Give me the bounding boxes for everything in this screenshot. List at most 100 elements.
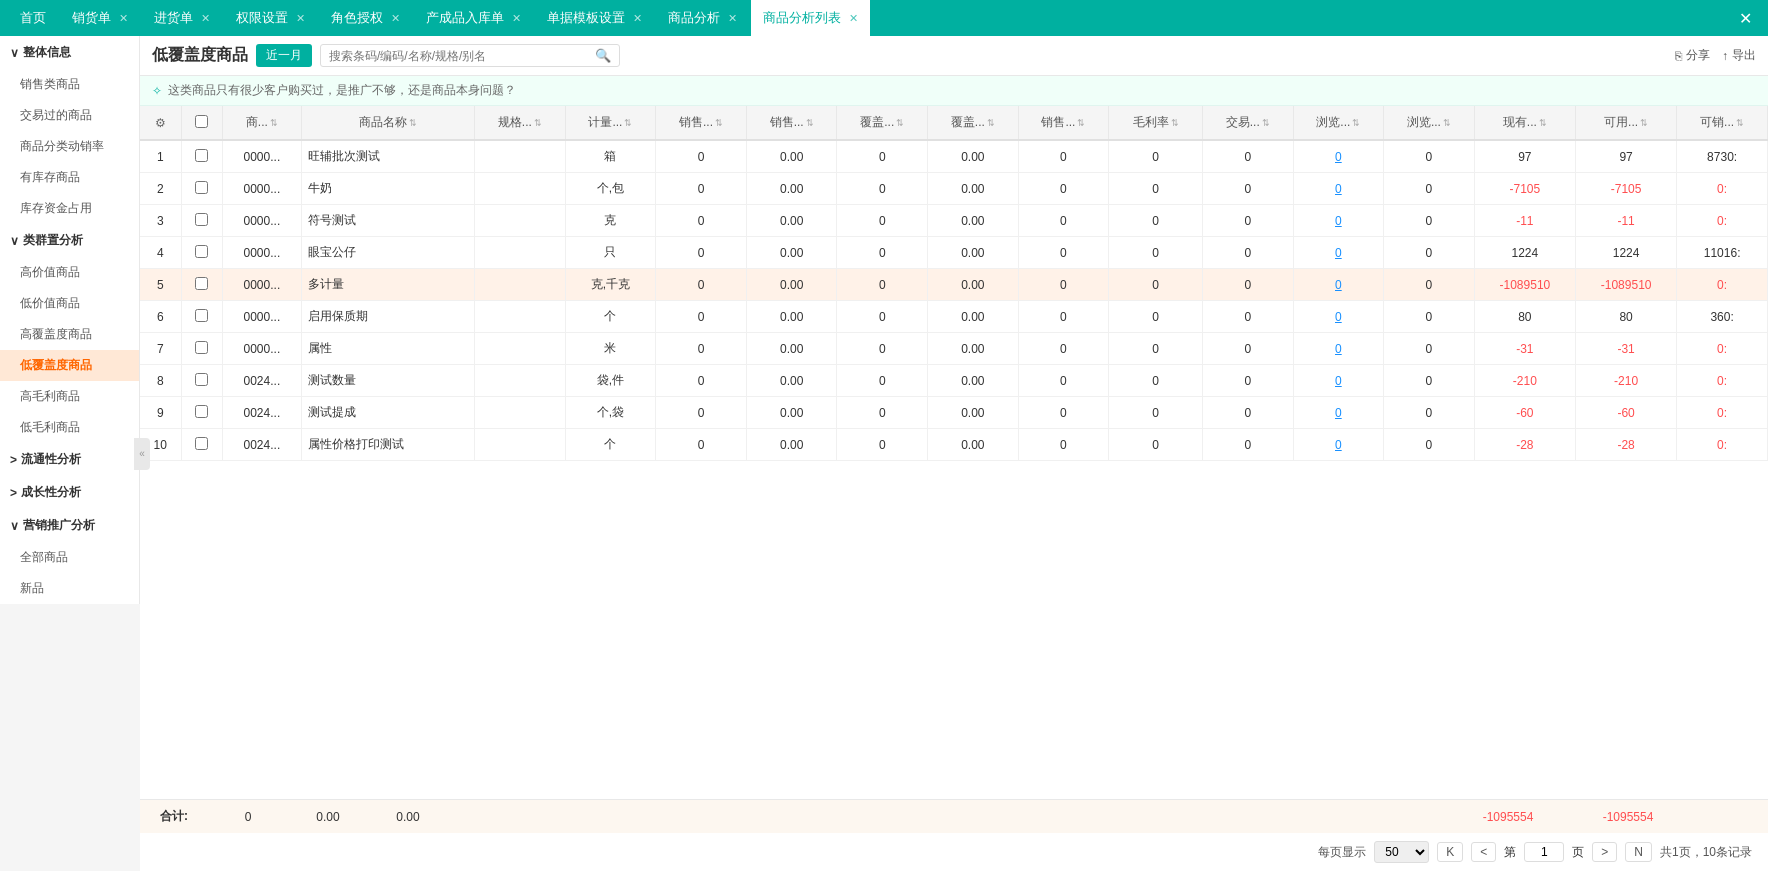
sidebar-section-流通性分析[interactable]: >流通性分析 bbox=[0, 443, 139, 476]
sidebar-item-低覆盖度商品[interactable]: 低覆盖度商品 bbox=[0, 350, 139, 381]
prev-page-button[interactable]: < bbox=[1471, 842, 1496, 862]
nav-item-首页[interactable]: 首页 bbox=[8, 0, 58, 36]
nav-item-角色授权[interactable]: 角色授权✕ bbox=[319, 0, 412, 36]
sidebar-item-高覆盖度商品[interactable]: 高覆盖度商品 bbox=[0, 319, 139, 350]
col-header-coverage2[interactable]: 覆盖...⇅ bbox=[928, 106, 1019, 140]
sidebar-item-交易过的商品[interactable]: 交易过的商品 bbox=[0, 100, 139, 131]
table-cell[interactable] bbox=[181, 301, 222, 333]
col-header-sales_qty[interactable]: 销售...⇅ bbox=[656, 106, 747, 140]
browse-link[interactable]: 0 bbox=[1335, 182, 1342, 196]
nav-item-商品分析[interactable]: 商品分析✕ bbox=[656, 0, 749, 36]
last-page-button[interactable]: N bbox=[1625, 842, 1652, 862]
table-cell[interactable] bbox=[181, 365, 222, 397]
share-button[interactable]: ⎘ 分享 bbox=[1675, 47, 1710, 64]
first-page-button[interactable]: K bbox=[1437, 842, 1463, 862]
sidebar-item-商品分类动销率[interactable]: 商品分类动销率 bbox=[0, 131, 139, 162]
page-size-select[interactable]: 2050100200 bbox=[1374, 841, 1429, 863]
col-header-name[interactable]: 商品名称⇅ bbox=[301, 106, 474, 140]
close-tab-icon[interactable]: ✕ bbox=[201, 12, 210, 25]
sidebar-item-新品[interactable]: 新品 bbox=[0, 573, 139, 604]
sort-icon-unit: ⇅ bbox=[624, 118, 632, 128]
sidebar-section-成长性分析[interactable]: >成长性分析 bbox=[0, 476, 139, 509]
table-cell[interactable] bbox=[181, 397, 222, 429]
close-tab-icon[interactable]: ✕ bbox=[728, 12, 737, 25]
search-box: 🔍 bbox=[320, 44, 620, 67]
col-header-unit[interactable]: 计量...⇅ bbox=[565, 106, 656, 140]
col-header-current_stock[interactable]: 现有...⇅ bbox=[1474, 106, 1575, 140]
close-tab-icon[interactable]: ✕ bbox=[512, 12, 521, 25]
col-header-gross_rate[interactable]: 毛利率⇅ bbox=[1109, 106, 1203, 140]
nav-item-进货单[interactable]: 进货单✕ bbox=[142, 0, 222, 36]
table-cell: 1224 bbox=[1576, 237, 1677, 269]
browse-link[interactable]: 0 bbox=[1335, 310, 1342, 324]
sidebar-item-有库存商品[interactable]: 有库存商品 bbox=[0, 162, 139, 193]
table-cell[interactable] bbox=[181, 140, 222, 173]
table-cell: 0.00 bbox=[928, 397, 1019, 429]
close-tab-icon[interactable]: ✕ bbox=[633, 12, 642, 25]
window-close-button[interactable]: ✕ bbox=[1731, 9, 1760, 28]
col-header-trade[interactable]: 交易...⇅ bbox=[1202, 106, 1293, 140]
col-header-coverage1[interactable]: 覆盖...⇅ bbox=[837, 106, 928, 140]
settings-icon[interactable]: ⚙ bbox=[155, 116, 166, 130]
col-header-saleable[interactable]: 可销...⇅ bbox=[1677, 106, 1768, 140]
table-cell: 0 bbox=[1109, 301, 1203, 333]
nav-item-销货单[interactable]: 销货单✕ bbox=[60, 0, 140, 36]
time-filter-button[interactable]: 近一月 bbox=[256, 44, 312, 67]
browse-link[interactable]: 0 bbox=[1335, 342, 1342, 356]
col-header-sales3[interactable]: 销售...⇅ bbox=[1018, 106, 1109, 140]
table-cell[interactable] bbox=[181, 429, 222, 461]
sidebar-item-高毛利商品[interactable]: 高毛利商品 bbox=[0, 381, 139, 412]
close-tab-icon[interactable]: ✕ bbox=[391, 12, 400, 25]
section-label: 流通性分析 bbox=[21, 451, 81, 468]
sidebar-section-营销推广分析[interactable]: ∨营销推广分析 bbox=[0, 509, 139, 542]
search-input[interactable] bbox=[329, 49, 591, 63]
table-cell[interactable] bbox=[181, 173, 222, 205]
sidebar-collapse-button[interactable]: « bbox=[134, 438, 150, 470]
next-page-button[interactable]: > bbox=[1592, 842, 1617, 862]
page-number-input[interactable] bbox=[1524, 842, 1564, 862]
col-header-spec[interactable]: 规格...⇅ bbox=[475, 106, 566, 140]
browse-link[interactable]: 0 bbox=[1335, 374, 1342, 388]
table-cell: 80 bbox=[1474, 301, 1575, 333]
sidebar-item-高价值商品[interactable]: 高价值商品 bbox=[0, 257, 139, 288]
sidebar-section-类群置分析[interactable]: ∨类群置分析 bbox=[0, 224, 139, 257]
sidebar-item-库存资金占用[interactable]: 库存资金占用 bbox=[0, 193, 139, 224]
col-header-browse2[interactable]: 浏览...⇅ bbox=[1384, 106, 1475, 140]
browse-link[interactable]: 0 bbox=[1335, 246, 1342, 260]
browse-link[interactable]: 0 bbox=[1335, 214, 1342, 228]
browse-link[interactable]: 0 bbox=[1335, 150, 1342, 164]
nav-item-商品分析列表[interactable]: 商品分析列表✕ bbox=[751, 0, 870, 36]
close-tab-icon[interactable]: ✕ bbox=[296, 12, 305, 25]
browse-link[interactable]: 0 bbox=[1335, 278, 1342, 292]
nav-item-产成品入库单[interactable]: 产成品入库单✕ bbox=[414, 0, 533, 36]
table-cell: 0 bbox=[1018, 269, 1109, 301]
table-cell: -28 bbox=[1576, 429, 1677, 461]
col-header-sales_amt[interactable]: 销售...⇅ bbox=[746, 106, 837, 140]
totals-row: 合计: 0 0.00 0.00 -1095554 -1095554 bbox=[140, 799, 1768, 833]
close-tab-icon[interactable]: ✕ bbox=[849, 12, 858, 25]
col-header-checkbox[interactable] bbox=[181, 106, 222, 140]
table-cell[interactable] bbox=[181, 237, 222, 269]
table-cell[interactable] bbox=[181, 269, 222, 301]
table-cell[interactable] bbox=[181, 205, 222, 237]
sidebar-item-销售类商品[interactable]: 销售类商品 bbox=[0, 69, 139, 100]
sidebar-item-低价值商品[interactable]: 低价值商品 bbox=[0, 288, 139, 319]
col-header-available_stock[interactable]: 可用...⇅ bbox=[1576, 106, 1677, 140]
col-header-code[interactable]: 商...⇅ bbox=[222, 106, 301, 140]
browse-link[interactable]: 0 bbox=[1335, 438, 1342, 452]
nav-item-单据模板设置[interactable]: 单据模板设置✕ bbox=[535, 0, 654, 36]
sidebar-item-全部商品[interactable]: 全部商品 bbox=[0, 542, 139, 573]
table-cell: 0 bbox=[656, 205, 747, 237]
close-tab-icon[interactable]: ✕ bbox=[119, 12, 128, 25]
col-header-browse1[interactable]: 浏览...⇅ bbox=[1293, 106, 1384, 140]
select-all-checkbox[interactable] bbox=[195, 115, 208, 128]
export-button[interactable]: ↑ 导出 bbox=[1722, 47, 1756, 64]
sidebar-item-低毛利商品[interactable]: 低毛利商品 bbox=[0, 412, 139, 443]
table-cell[interactable] bbox=[181, 333, 222, 365]
browse-link[interactable]: 0 bbox=[1335, 406, 1342, 420]
sort-icon-browse2: ⇅ bbox=[1443, 118, 1451, 128]
nav-item-权限设置[interactable]: 权限设置✕ bbox=[224, 0, 317, 36]
sidebar-section-整体信息[interactable]: ∨整体信息 bbox=[0, 36, 139, 69]
col-header-settings[interactable]: ⚙ bbox=[140, 106, 181, 140]
sort-icon-code: ⇅ bbox=[270, 118, 278, 128]
